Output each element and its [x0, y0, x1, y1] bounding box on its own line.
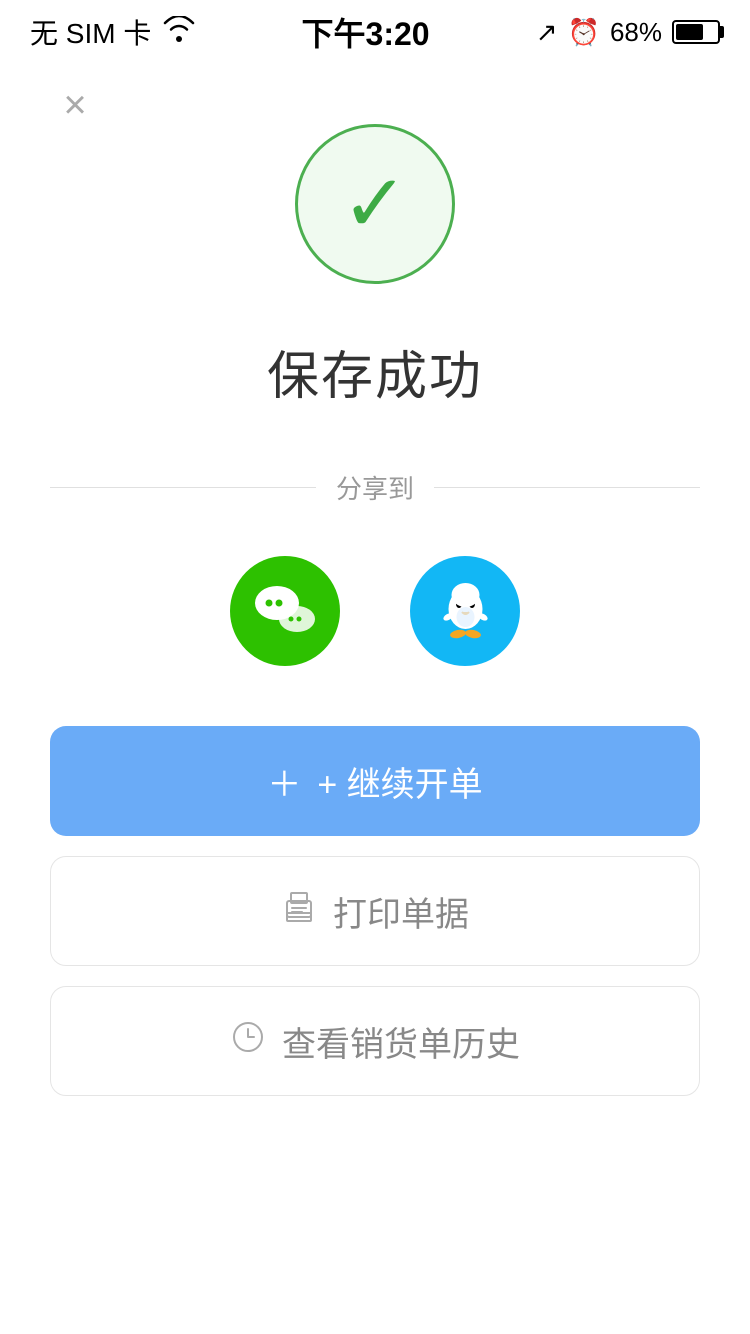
- history-label: 查看销货单历史: [282, 1017, 520, 1066]
- wifi-icon: [163, 16, 195, 49]
- close-icon: ×: [63, 85, 86, 125]
- plus-icon: ＋: [267, 757, 301, 806]
- wechat-share-button[interactable]: [230, 556, 340, 666]
- status-time: 下午3:20: [302, 9, 430, 55]
- print-label: 打印单据: [333, 887, 469, 936]
- share-label: 分享到: [336, 469, 414, 506]
- close-button[interactable]: ×: [50, 80, 100, 130]
- history-button[interactable]: 查看销货单历史: [50, 986, 700, 1096]
- checkmark-icon: ✓: [341, 164, 408, 244]
- battery-icon: [672, 20, 720, 44]
- success-circle: ✓: [295, 124, 455, 284]
- status-left: 无 SIM 卡: [30, 12, 195, 52]
- alarm-icon: ⏰: [568, 17, 600, 48]
- share-divider: 分享到: [50, 469, 700, 506]
- print-button[interactable]: 打印单据: [50, 856, 700, 966]
- battery-text: 68%: [610, 17, 662, 48]
- share-icons: [50, 556, 700, 666]
- success-title: 保存成功: [267, 334, 483, 409]
- buttons-section: ＋ + 继续开单 打印单据 查看销货单: [0, 726, 750, 1096]
- sim-text: 无 SIM 卡: [30, 12, 151, 52]
- continue-label: + 继续开单: [317, 757, 482, 806]
- qq-share-button[interactable]: [410, 556, 520, 666]
- continue-button[interactable]: ＋ + 继续开单: [50, 726, 700, 836]
- main-content: ✓ 保存成功 分享到: [0, 64, 750, 1096]
- share-section: 分享到: [0, 469, 750, 666]
- status-right: ↗ ⏰ 68%: [536, 17, 720, 48]
- location-icon: ↗: [536, 17, 558, 48]
- status-bar: 无 SIM 卡 下午3:20 ↗ ⏰ 68%: [0, 0, 750, 64]
- history-icon: [230, 1019, 266, 1064]
- print-icon: [281, 889, 317, 934]
